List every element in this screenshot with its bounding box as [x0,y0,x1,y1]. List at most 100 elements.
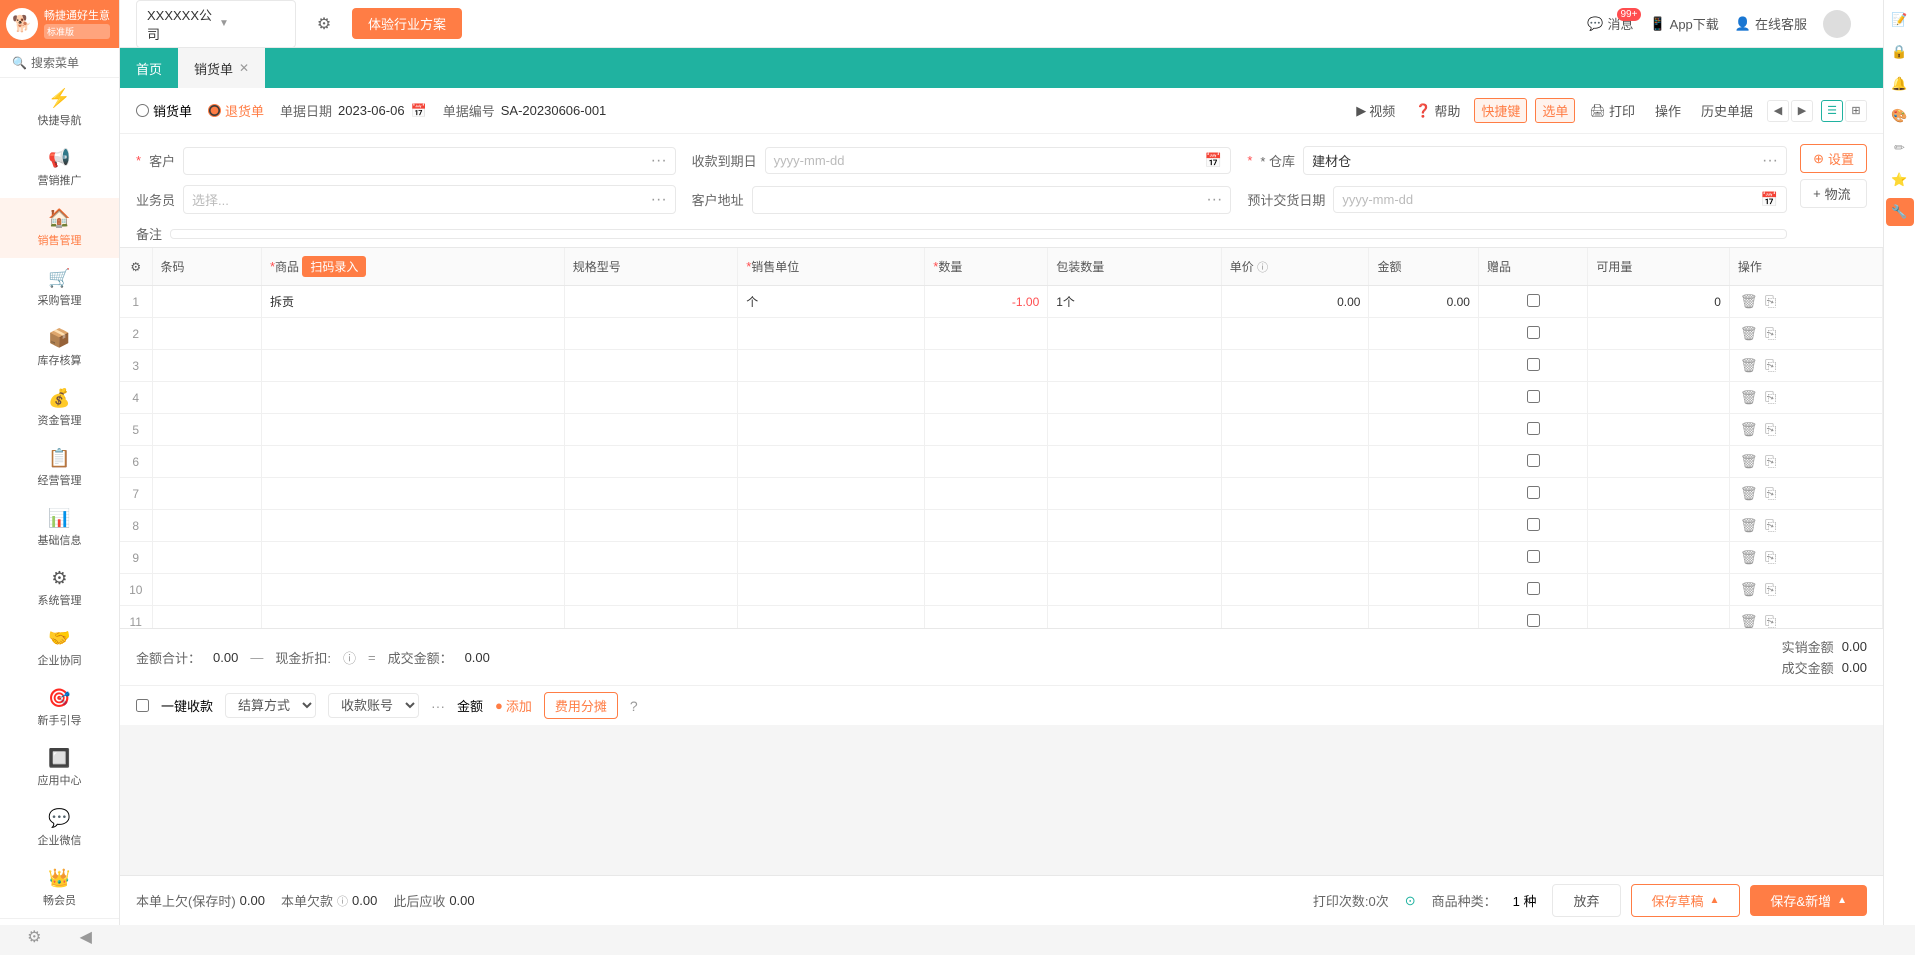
delete-row-icon[interactable]: 🗑 [1740,613,1758,628]
gift-checkbox[interactable] [1527,518,1540,531]
customer-dots-icon[interactable]: ··· [651,152,667,170]
grid-view-btn[interactable]: ⊞ [1845,100,1867,122]
row-amount[interactable]: 0.00 [1369,286,1478,318]
sidebar-item-marketing[interactable]: 📢 营销推广 [0,138,119,198]
row-gift[interactable] [1478,286,1587,318]
account-dots-icon[interactable]: ··· [431,698,445,714]
row-quantity[interactable] [925,318,1048,350]
shortcut-button[interactable]: 快捷键 [1474,98,1527,123]
row-price[interactable] [1221,574,1369,606]
logistics-button[interactable]: + 物流 [1800,179,1867,208]
row-pack-qty[interactable] [1048,318,1222,350]
row-price[interactable] [1221,478,1369,510]
radio-return-input[interactable] [208,104,221,117]
row-barcode[interactable] [152,478,261,510]
rpanel-star-icon[interactable]: ⭐ [1886,166,1914,194]
one-click-payment-checkbox[interactable] [136,699,149,712]
row-price[interactable] [1221,542,1369,574]
row-pack-qty[interactable] [1048,414,1222,446]
message-button[interactable]: 💬 消息 99+ [1587,14,1633,33]
scan-button[interactable]: 扫码录入 [302,256,366,277]
account-select[interactable]: 收款账号 [328,693,419,718]
row-price[interactable] [1221,510,1369,542]
addr-dots-icon[interactable]: ··· [1206,191,1222,209]
row-amount[interactable] [1369,574,1478,606]
row-barcode[interactable] [152,574,261,606]
row-price[interactable] [1221,350,1369,382]
rpanel-edit-icon[interactable]: 📝 [1886,6,1914,34]
row-spec[interactable] [564,478,738,510]
copy-row-icon[interactable]: ⎘ [1765,453,1776,470]
row-price[interactable] [1221,382,1369,414]
trial-button[interactable]: 体验行业方案 [352,8,462,39]
select-button[interactable]: 选单 [1535,98,1575,123]
gift-checkbox[interactable] [1527,326,1540,339]
row-gift[interactable] [1478,478,1587,510]
row-gift[interactable] [1478,350,1587,382]
row-pack-qty[interactable] [1048,478,1222,510]
payment-calendar-icon[interactable]: 📅 [1205,152,1222,169]
gift-checkbox[interactable] [1527,582,1540,595]
row-barcode[interactable] [152,446,261,478]
row-product[interactable] [261,574,564,606]
row-amount[interactable] [1369,446,1478,478]
delete-row-icon[interactable]: 🗑 [1740,325,1758,342]
history-button[interactable]: 历史单据 [1695,99,1759,122]
tab-close-icon[interactable]: ✕ [239,61,249,75]
row-spec[interactable] [564,286,738,318]
copy-row-icon[interactable]: ⎘ [1765,485,1776,502]
row-gift[interactable] [1478,510,1587,542]
app-download-button[interactable]: 📱 App下载 [1649,14,1718,33]
prev-arrow[interactable]: ◀ [1767,100,1789,122]
radio-sales[interactable]: 销货单 [136,101,192,120]
row-amount[interactable] [1369,382,1478,414]
row-quantity[interactable] [925,446,1048,478]
add-button[interactable]: ● 添加 [495,696,532,715]
row-price[interactable] [1221,414,1369,446]
tab-sales-order[interactable]: 销货单 ✕ [178,48,265,88]
copy-row-icon[interactable]: ⎘ [1765,325,1776,342]
row-spec[interactable] [564,510,738,542]
row-product[interactable] [261,606,564,629]
gift-checkbox[interactable] [1527,390,1540,403]
expected-calendar-icon[interactable]: 📅 [1761,191,1778,208]
settings-icon[interactable]: ⚙ [27,927,41,947]
sidebar-item-guide[interactable]: 🎯 新手引导 [0,678,119,738]
rpanel-tool-icon[interactable]: 🔧 [1886,198,1914,226]
rpanel-palette-icon[interactable]: 🎨 [1886,102,1914,130]
radio-sales-input[interactable] [136,104,149,117]
row-spec[interactable] [564,606,738,629]
sidebar-search[interactable]: 🔍 搜索菜单 [0,48,119,78]
delete-row-icon[interactable]: 🗑 [1740,453,1758,470]
copy-row-icon[interactable]: ⎘ [1765,389,1776,406]
row-pack-qty[interactable] [1048,382,1222,414]
row-quantity[interactable] [925,606,1048,629]
print-button[interactable]: 🖨 打印 [1583,99,1641,122]
help-button[interactable]: ❓ 帮助 [1409,99,1466,122]
video-button[interactable]: ▶ 视频 [1350,99,1401,122]
row-unit[interactable] [738,318,925,350]
sidebar-item-cooperation[interactable]: 🤝 企业协同 [0,618,119,678]
sidebar-item-apps[interactable]: 🔲 应用中心 [0,738,119,798]
row-unit[interactable] [738,382,925,414]
abandon-button[interactable]: 放弃 [1552,884,1620,917]
row-price[interactable] [1221,318,1369,350]
copy-row-icon[interactable]: ⎘ [1765,549,1776,566]
row-gift[interactable] [1478,382,1587,414]
next-arrow[interactable]: ▶ [1791,100,1813,122]
row-unit[interactable] [738,478,925,510]
topbar-gear-button[interactable]: ⚙ [308,8,340,40]
gift-checkbox[interactable] [1527,294,1540,307]
sidebar-item-finance[interactable]: 💰 资金管理 [0,378,119,438]
row-product[interactable] [261,318,564,350]
discount-help-icon[interactable]: ⓘ [343,648,356,667]
customer-addr-input[interactable]: ··· [752,186,1232,214]
row-barcode[interactable] [152,606,261,629]
row-product[interactable] [261,446,564,478]
row-quantity[interactable] [925,542,1048,574]
row-unit[interactable] [738,350,925,382]
row-product[interactable] [261,382,564,414]
delete-row-icon[interactable]: 🗑 [1740,549,1758,566]
gift-checkbox[interactable] [1527,422,1540,435]
row-pack-qty[interactable] [1048,542,1222,574]
